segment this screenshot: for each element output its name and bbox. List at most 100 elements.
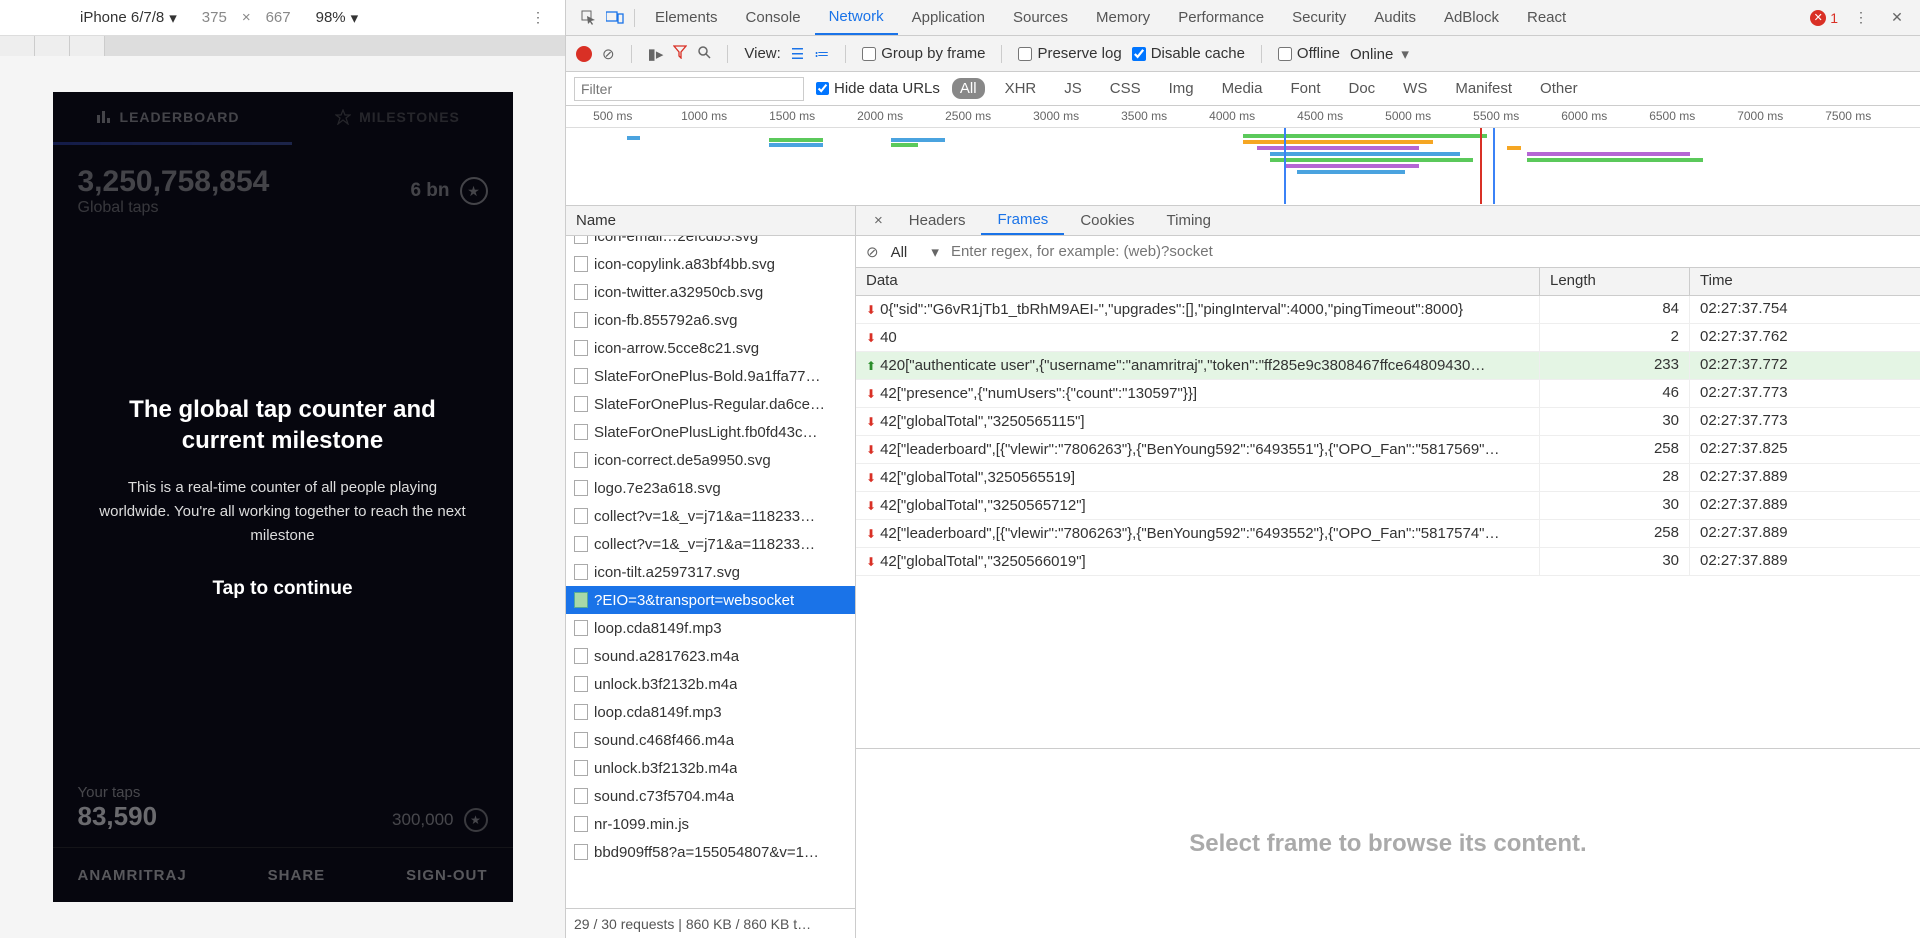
frame-row[interactable]: ⬆420["authenticate user",{"username":"an… <box>856 352 1920 380</box>
app-screen[interactable]: LEADERBOARD MILESTONES 3,250,758,854 Glo… <box>53 92 513 902</box>
devtools-tab-memory[interactable]: Memory <box>1082 0 1164 35</box>
frame-row[interactable]: ⬇42["globalTotal","3250565115"]3002:27:3… <box>856 408 1920 436</box>
error-badge[interactable]: ✕1 <box>1810 10 1838 26</box>
request-row[interactable]: SlateForOnePlus-Bold.9a1ffa77… <box>566 362 855 390</box>
devtools-tab-security[interactable]: Security <box>1278 0 1360 35</box>
clear-icon[interactable]: ⊘ <box>602 45 615 63</box>
request-row[interactable]: SlateForOnePlusLight.fb0fd43c… <box>566 418 855 446</box>
checkbox[interactable] <box>1018 47 1032 61</box>
checkbox[interactable] <box>862 47 876 61</box>
disable-cache-checkbox[interactable]: Disable cache <box>1132 45 1245 62</box>
filter-pill-other[interactable]: Other <box>1532 78 1586 99</box>
filter-input[interactable] <box>574 77 804 101</box>
blank-tab[interactable] <box>70 36 105 56</box>
filter-pill-css[interactable]: CSS <box>1102 78 1149 99</box>
request-row[interactable]: ?EIO=3&transport=websocket <box>566 586 855 614</box>
devtools-tab-react[interactable]: React <box>1513 0 1580 35</box>
request-row[interactable]: loop.cda8149f.mp3 <box>566 698 855 726</box>
detail-tab-timing[interactable]: Timing <box>1151 206 1227 235</box>
devtools-tab-audits[interactable]: Audits <box>1360 0 1430 35</box>
username-link[interactable]: ANAMRITRAJ <box>78 867 187 884</box>
offline-checkbox[interactable]: Offline <box>1278 45 1340 62</box>
network-timeline[interactable]: 500 ms1000 ms1500 ms2000 ms2500 ms3000 m… <box>566 106 1920 206</box>
device-toggle-icon[interactable] <box>602 10 628 26</box>
zoom-selector[interactable]: 98% ▾ <box>316 9 359 27</box>
request-row[interactable]: sound.c73f5704.m4a <box>566 782 855 810</box>
request-row[interactable]: icon-arrow.5cce8c21.svg <box>566 334 855 362</box>
request-row[interactable]: loop.cda8149f.mp3 <box>566 614 855 642</box>
devtools-tab-performance[interactable]: Performance <box>1164 0 1278 35</box>
share-link[interactable]: SHARE <box>268 867 326 884</box>
record-button[interactable] <box>576 46 592 62</box>
throttle-selector[interactable]: Online▾ <box>1350 45 1409 63</box>
filter-pill-img[interactable]: Img <box>1161 78 1202 99</box>
col-time[interactable]: Time <box>1690 268 1920 295</box>
filter-pill-xhr[interactable]: XHR <box>997 78 1045 99</box>
frames-table[interactable]: Data Length Time ⬇0{"sid":"G6vR1jTb1_tbR… <box>856 268 1920 748</box>
devtools-tab-application[interactable]: Application <box>898 0 999 35</box>
request-row[interactable]: icon-copylink.a83bf4bb.svg <box>566 250 855 278</box>
search-icon[interactable] <box>697 45 711 63</box>
devtools-tab-adblock[interactable]: AdBlock <box>1430 0 1513 35</box>
request-row[interactable]: icon-twitter.a32950cb.svg <box>566 278 855 306</box>
frame-row[interactable]: ⬇40202:27:37.762 <box>856 324 1920 352</box>
detail-tab-cookies[interactable]: Cookies <box>1064 206 1150 235</box>
devtools-tab-elements[interactable]: Elements <box>641 0 732 35</box>
frame-row[interactable]: ⬇0{"sid":"G6vR1jTb1_tbRhM9AEI-","upgrade… <box>856 296 1920 324</box>
frame-row[interactable]: ⬇42["globalTotal","3250566019"]3002:27:3… <box>856 548 1920 576</box>
checkbox[interactable] <box>1278 47 1292 61</box>
checkbox[interactable] <box>816 82 829 95</box>
request-row[interactable]: bbd909ff58?a=155054807&v=1… <box>566 838 855 866</box>
close-icon[interactable]: × <box>864 212 893 229</box>
filter-pill-doc[interactable]: Doc <box>1340 78 1383 99</box>
devtools-tab-network[interactable]: Network <box>815 0 898 35</box>
request-row[interactable]: nr-1099.min.js <box>566 810 855 838</box>
device-dimensions[interactable]: 375 × 667 <box>202 9 291 26</box>
devtools-tab-sources[interactable]: Sources <box>999 0 1082 35</box>
device-selector[interactable]: iPhone 6/7/8 ▾ <box>80 9 177 27</box>
frames-regex-input[interactable] <box>951 243 1910 260</box>
devtools-tab-console[interactable]: Console <box>732 0 815 35</box>
filter-pill-all[interactable]: All <box>952 78 985 99</box>
requests-list[interactable]: icon-email…2efcdb5.svgicon-copylink.a83b… <box>566 236 855 908</box>
kebab-menu-icon[interactable]: ⋮ <box>531 9 545 26</box>
frame-row[interactable]: ⬇42["globalTotal",3250565519]2802:27:37.… <box>856 464 1920 492</box>
request-row[interactable]: icon-tilt.a2597317.svg <box>566 558 855 586</box>
request-row[interactable]: icon-email…2efcdb5.svg <box>566 236 855 250</box>
filter-pill-js[interactable]: JS <box>1056 78 1090 99</box>
request-row[interactable]: icon-correct.de5a9950.svg <box>566 446 855 474</box>
filter-pill-ws[interactable]: WS <box>1395 78 1435 99</box>
detail-tab-frames[interactable]: Frames <box>981 206 1064 235</box>
request-row[interactable]: sound.a2817623.m4a <box>566 642 855 670</box>
blank-tab[interactable] <box>35 36 70 56</box>
filter-pill-manifest[interactable]: Manifest <box>1447 78 1520 99</box>
filter-pill-font[interactable]: Font <box>1282 78 1328 99</box>
request-row[interactable]: unlock.b3f2132b.m4a <box>566 670 855 698</box>
close-icon[interactable]: ✕ <box>1884 9 1910 26</box>
blank-tab[interactable] <box>0 36 35 56</box>
inspect-icon[interactable] <box>576 10 602 26</box>
camera-icon[interactable]: ▮▸ <box>648 45 664 63</box>
frame-row[interactable]: ⬇42["leaderboard",[{"vlewir":"7806263"},… <box>856 436 1920 464</box>
request-row[interactable]: unlock.b3f2132b.m4a <box>566 754 855 782</box>
request-row[interactable]: collect?v=1&_v=j71&a=118233… <box>566 502 855 530</box>
request-row[interactable]: logo.7e23a618.svg <box>566 474 855 502</box>
hide-data-urls-checkbox[interactable]: Hide data URLs <box>816 80 940 97</box>
large-rows-icon[interactable]: ☰ <box>791 45 804 63</box>
filter-pill-media[interactable]: Media <box>1214 78 1271 99</box>
preserve-log-checkbox[interactable]: Preserve log <box>1018 45 1121 62</box>
request-row[interactable]: sound.c468f466.m4a <box>566 726 855 754</box>
frame-row[interactable]: ⬇42["leaderboard",[{"vlewir":"7806263"},… <box>856 520 1920 548</box>
frames-filter-all[interactable]: All ▾ <box>891 243 939 261</box>
detail-tab-headers[interactable]: Headers <box>893 206 982 235</box>
request-row[interactable]: icon-fb.855792a6.svg <box>566 306 855 334</box>
col-length[interactable]: Length <box>1540 268 1690 295</box>
clear-icon[interactable]: ⊘ <box>866 243 879 261</box>
signout-link[interactable]: SIGN-OUT <box>406 867 487 884</box>
filter-icon[interactable] <box>673 45 687 63</box>
request-row[interactable]: collect?v=1&_v=j71&a=118233… <box>566 530 855 558</box>
checkbox[interactable] <box>1132 47 1146 61</box>
request-row[interactable]: SlateForOnePlus-Regular.da6ce… <box>566 390 855 418</box>
col-data[interactable]: Data <box>856 268 1540 295</box>
tutorial-overlay[interactable]: The global tap counter and current miles… <box>53 92 513 902</box>
